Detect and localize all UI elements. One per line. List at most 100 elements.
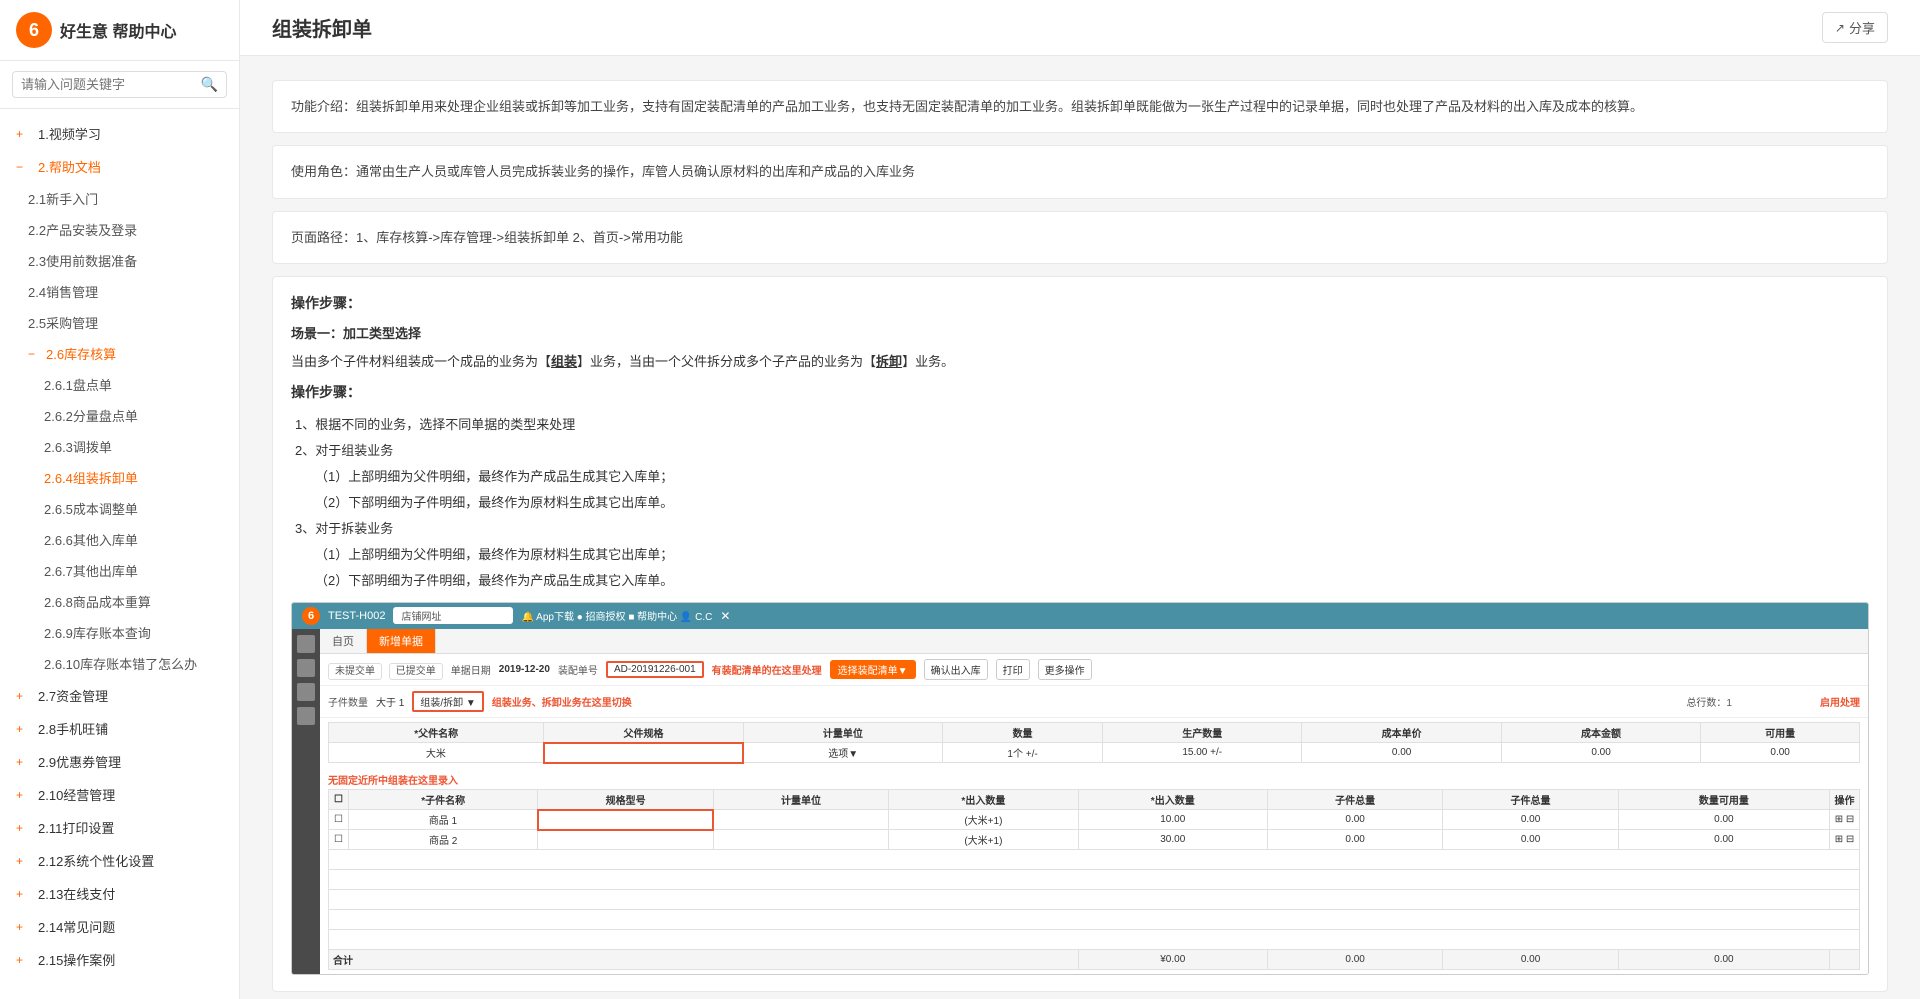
sidebar-item-label: 2.11打印设置	[38, 818, 114, 837]
ss-th2-7: 数量可用量	[1618, 789, 1829, 810]
ss-th-4: 生产数量	[1103, 722, 1302, 743]
ss-lower-table-wrap: 无固定近所中组装在这里录入 ☐ *子件名称 规格型号 计量单位 *出入数量	[320, 768, 1868, 975]
expand-icon: +	[16, 920, 30, 934]
step3-subs: （1）上部明细为父件明细，最终作为原材料生成其它出库单； （2）下部明细为子件明…	[291, 542, 1869, 594]
sidebar-item-2-15[interactable]: + 2.15操作案例	[0, 943, 239, 976]
sidebar-item-2-14[interactable]: + 2.14常见问题	[0, 910, 239, 943]
expand-icon: +	[16, 689, 30, 703]
main-header: 组装拆卸单 ↗ 分享	[240, 0, 1920, 56]
ss-type-val: 组装/拆卸 ▼	[412, 691, 483, 712]
ss-icon-3	[297, 683, 315, 701]
ss-body: 自页 新增单据 未提交单 已提交单 单据日期 2019-12-20 装配单号	[292, 629, 1868, 975]
ss-type-qty: 大于 1	[376, 694, 404, 709]
sidebar-item-2-6-6[interactable]: 2.6.6其他入库单	[44, 524, 239, 555]
sidebar-item-2-4[interactable]: 2.4销售管理	[28, 276, 239, 307]
ss-th2-6: 子件总量	[1443, 789, 1618, 810]
sidebar-item-2-1[interactable]: 2.1新手入门	[28, 183, 239, 214]
ss-annotation4: 无固定近所中组装在这里录入	[328, 772, 1860, 787]
expand-icon: +	[16, 755, 30, 769]
ss-btn-save[interactable]: 未提交单	[328, 663, 382, 680]
ss-btn-confirm[interactable]: 确认出入库	[924, 659, 988, 680]
sidebar-item-2-12[interactable]: + 2.12系统个性化设置	[0, 844, 239, 877]
ss-btn-select-assembly[interactable]: 选择装配清单▼	[830, 660, 916, 679]
sidebar-item-label: 2.8手机旺铺	[38, 719, 108, 738]
ss-th-6: 成本金额	[1501, 722, 1700, 743]
ops-title-2: 操作步骤：	[291, 382, 1869, 402]
sidebar-item-2-9[interactable]: + 2.9优惠券管理	[0, 745, 239, 778]
ss-badge-rows: 总行数：1	[1686, 694, 1732, 709]
sidebar-item-2-10[interactable]: + 2.10经营管理	[0, 778, 239, 811]
ss-empty-row-4	[329, 910, 1860, 930]
ss-td-avail: 0.00	[1701, 743, 1860, 763]
sidebar-item-2-8[interactable]: + 2.8手机旺铺	[0, 712, 239, 745]
search-input[interactable]	[21, 77, 201, 92]
ss-th2-check: ☐	[329, 789, 349, 810]
sidebar-item-2-6-1[interactable]: 2.6.1盘点单	[44, 369, 239, 400]
sidebar-item-2-6-5[interactable]: 2.6.5成本调整单	[44, 493, 239, 524]
sidebar-item-2-6[interactable]: − 2.6库存核算	[28, 338, 239, 369]
sidebar-sub-label: 2.2产品安装及登录	[28, 220, 137, 239]
ss-titlebar: 6 TEST-H002 店铺网址 🔔 App下载 ● 招商授权 ■ 帮助中心 👤…	[292, 603, 1868, 629]
ss-td2-avail-2: 0.00	[1618, 830, 1829, 850]
ss-td2-name-2: 商品 2	[349, 830, 538, 850]
ops-section: 操作步骤： 场景一：加工类型选择 当由多个子件材料组装成一个成品的业务为【组装】…	[272, 276, 1888, 992]
sidebar-item-docs[interactable]: − 2.帮助文档	[0, 150, 239, 183]
ss-th-5: 成本单价	[1302, 722, 1501, 743]
sidebar-item-2-11[interactable]: + 2.11打印设置	[0, 811, 239, 844]
ss-annotation2: 组装业务、拆卸业务在这里切换	[492, 694, 632, 709]
ss-tab-home[interactable]: 自页	[320, 629, 367, 653]
sidebar-item-2-2[interactable]: 2.2产品安装及登录	[28, 214, 239, 245]
ss-btn-print[interactable]: 打印	[996, 659, 1030, 680]
ss-td2-total2-1: 0.00	[1443, 810, 1618, 830]
step3-1: （1）上部明细为父件明细，最终作为原材料生成其它出库单；	[311, 542, 1869, 568]
step3-2: （2）下部明细为子件明细，最终作为产成品生成其它入库单。	[311, 568, 1869, 594]
search-input-wrap[interactable]: 🔍	[12, 71, 227, 98]
search-bar[interactable]: 🔍	[0, 61, 239, 109]
share-button[interactable]: ↗ 分享	[1822, 12, 1888, 43]
sidebar-item-2-7[interactable]: + 2.7资金管理	[0, 679, 239, 712]
sidebar-item-2-5[interactable]: 2.5采购管理	[28, 307, 239, 338]
sidebar-item-2-6-10[interactable]: 2.6.10库存账本错了怎么办	[44, 648, 239, 679]
ss-tabs: 自页 新增单据	[320, 629, 1868, 654]
sidebar-item-label: 2.14常见问题	[38, 917, 115, 936]
sidebar-item-2-13[interactable]: + 2.13在线支付	[0, 877, 239, 910]
ss-td2-avail-1: 0.00	[1618, 810, 1829, 830]
sidebar-item-2-6-9[interactable]: 2.6.9库存账本查询	[44, 617, 239, 648]
ss-close-btn[interactable]: ✕	[720, 609, 730, 623]
ss-icon-1	[297, 635, 315, 653]
ops-title: 操作步骤：	[291, 293, 1869, 313]
ss-footer-v4: 0.00	[1618, 950, 1829, 970]
ss-th-7: 可用量	[1701, 722, 1860, 743]
ss-td2-qty2-1: 10.00	[1078, 810, 1267, 830]
sidebar-item-2-6-7[interactable]: 2.6.7其他出库单	[44, 555, 239, 586]
scenario1-title: 场景一：加工类型选择	[291, 323, 1869, 342]
ss-tab-new[interactable]: 新增单据	[367, 629, 436, 653]
sidebar-item-2-6-4[interactable]: 2.6.4组装拆卸单	[44, 462, 239, 493]
sidebar-item-2-6-2[interactable]: 2.6.2分量盘点单	[44, 400, 239, 431]
role-text: 使用角色：通常由生产人员或库管人员完成拆装业务的操作，库管人员确认原材料的出库和…	[291, 164, 915, 179]
sidebar-sub-label: 2.4销售管理	[28, 282, 98, 301]
ss-footer-label: 合计	[329, 950, 1079, 970]
sidebar-header: 6 好生意 帮助中心	[0, 0, 239, 61]
sidebar-item-2-3[interactable]: 2.3使用前数据准备	[28, 245, 239, 276]
ss-td2-check-2: ☐	[329, 830, 349, 850]
ss-btn-more[interactable]: 更多操作	[1038, 659, 1092, 680]
ss-td2-qty1-1: (大米+1)	[889, 810, 1078, 830]
ss-td2-qty1-2: (大米+1)	[889, 830, 1078, 850]
step1: 1、根据不同的业务，选择不同单据的类型来处理	[291, 412, 1869, 438]
main-area: 组装拆卸单 ↗ 分享 功能介绍：组装拆卸单用来处理企业组装或拆卸等加工业务，支持…	[240, 0, 1920, 999]
ss-icon-2	[297, 659, 315, 677]
ss-icon-4	[297, 707, 315, 725]
sidebar-sub-docs: 2.1新手入门 2.2产品安装及登录 2.3使用前数据准备 2.4销售管理 2.…	[0, 183, 239, 679]
sidebar-item-label: 2.7资金管理	[38, 686, 108, 705]
search-icon[interactable]: 🔍	[201, 76, 218, 93]
expand-icon: +	[16, 854, 30, 868]
ss-empty-row-3	[329, 890, 1860, 910]
ss-btn-submit[interactable]: 已提交单	[389, 663, 443, 680]
ss-th2-4: *出入数量	[1078, 789, 1267, 810]
sidebar-item-2-6-8[interactable]: 2.6.8商品成本重算	[44, 586, 239, 617]
ss-annotation1: 有装配清单的在这里处理	[712, 662, 822, 677]
ss-empty-row-2	[329, 870, 1860, 890]
sidebar-item-video[interactable]: + 1.视频学习	[0, 117, 239, 150]
sidebar-item-2-6-3[interactable]: 2.6.3调拨单	[44, 431, 239, 462]
